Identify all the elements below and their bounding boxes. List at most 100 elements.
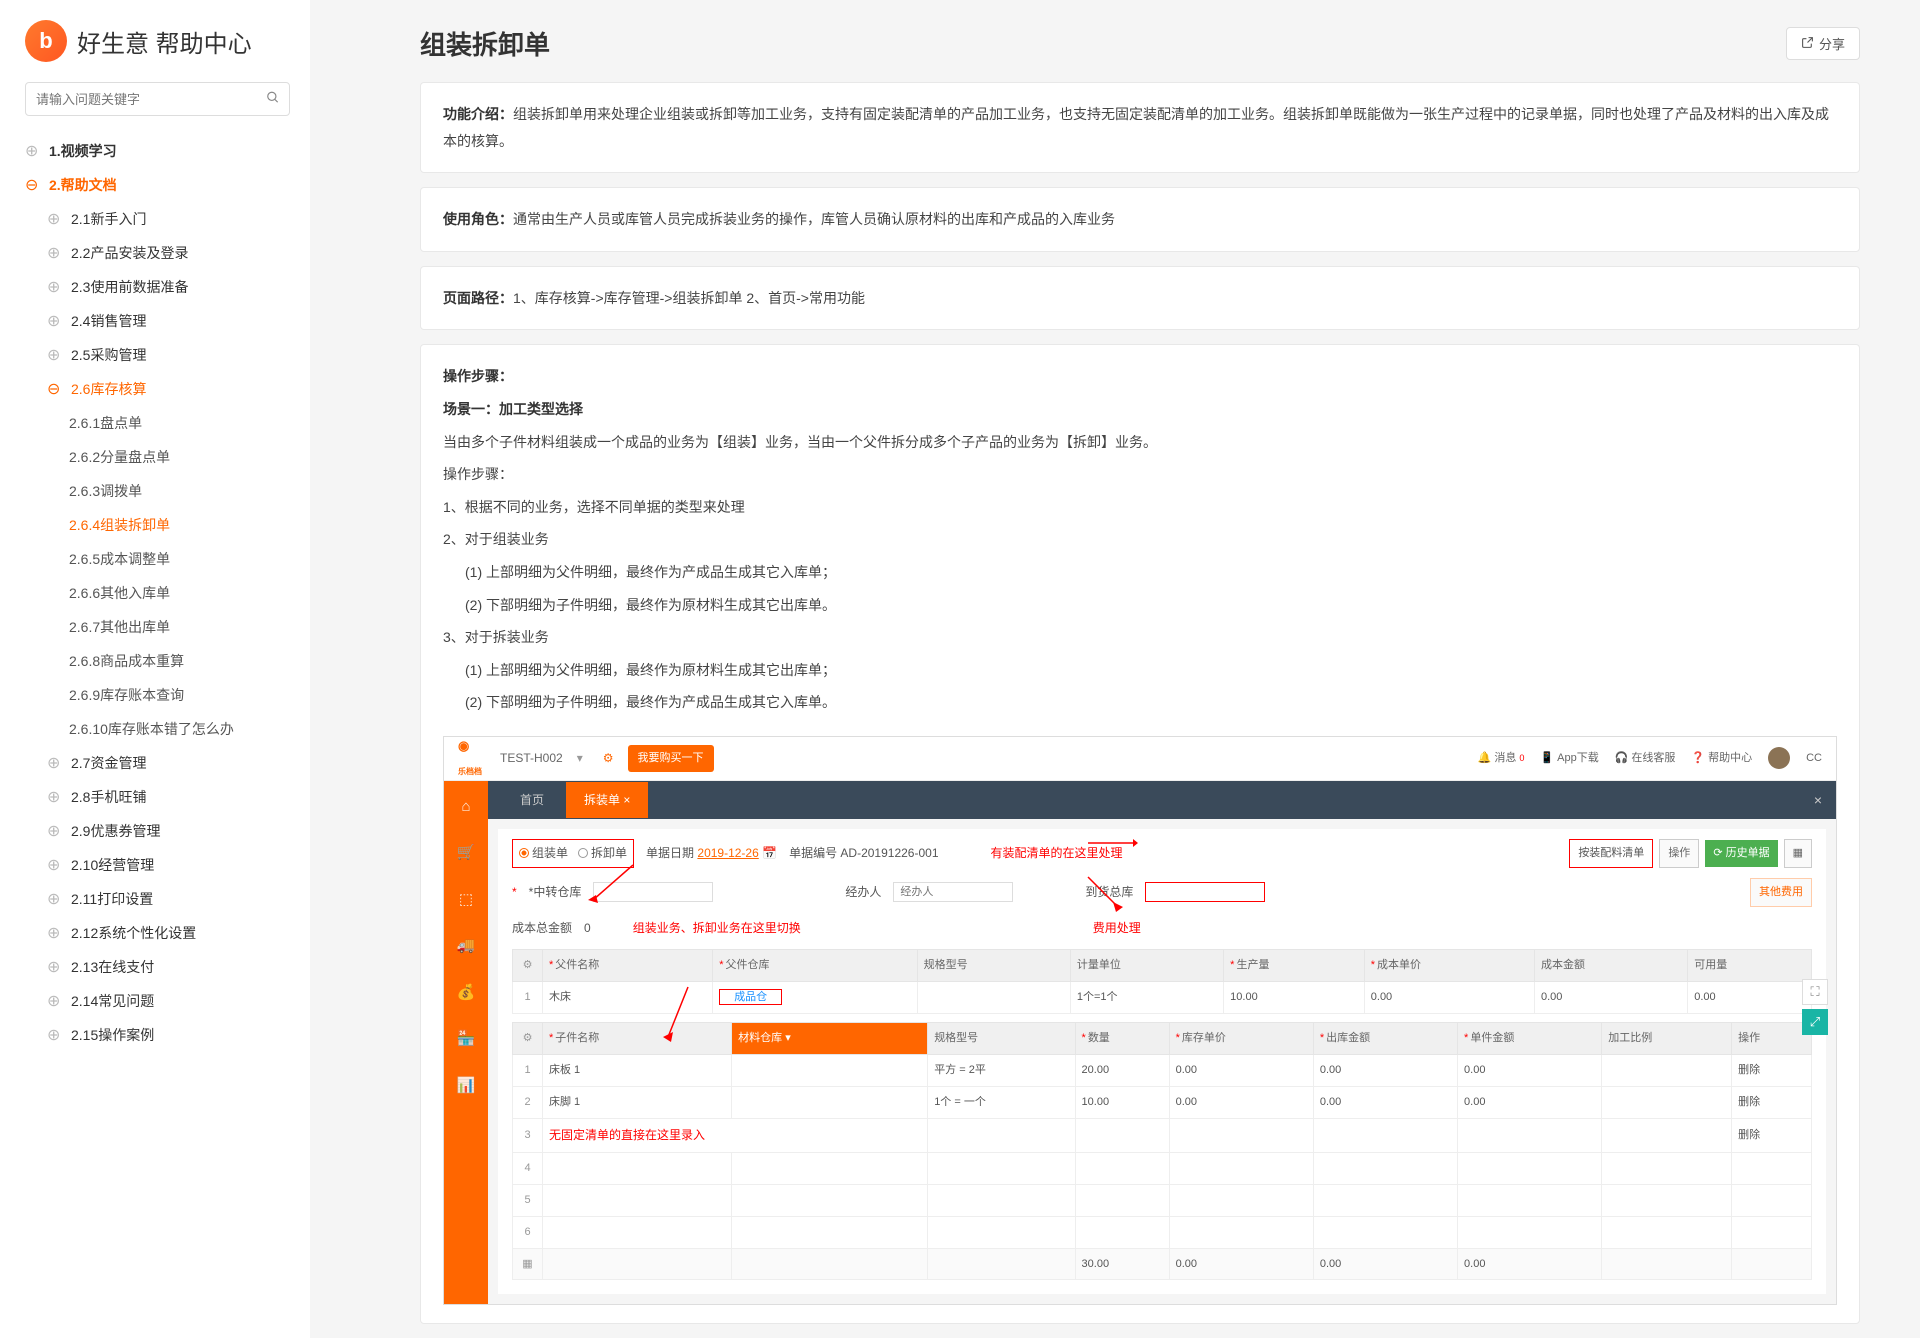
box-icon[interactable]: ⬚ (459, 886, 473, 915)
nav-video[interactable]: ⊕1.视频学习 (25, 134, 290, 168)
nav-tree: ⊕1.视频学习 ⊖2.帮助文档 ⊕2.1新手入门 ⊕2.2产品安装及登录 ⊕2.… (25, 134, 290, 1052)
radio-assemble[interactable]: 组装单 (519, 842, 568, 865)
nav-21[interactable]: ⊕2.1新手入门 (25, 202, 290, 236)
table-row[interactable]: 1床板 1平方 = 2平20.000.000.000.00删除 (513, 1055, 1812, 1087)
step3a: (1) 上部明细为父件明细，最终作为原材料生成其它出库单； (443, 657, 1837, 684)
nav-264[interactable]: 2.6.4组装拆卸单 (25, 508, 290, 542)
ss-cost-label: 成本总金额 (512, 917, 572, 940)
nav-2610[interactable]: 2.6.10库存账本错了怎么办 (25, 712, 290, 746)
table-row[interactable]: 5 (513, 1184, 1812, 1216)
ss-service-link[interactable]: 🎧 在线客服 (1615, 748, 1676, 769)
gear-icon[interactable]: ⚙ (603, 747, 614, 770)
ss-warehouse-label: *中转仓库 (529, 881, 582, 904)
close-all-icon[interactable]: × (1814, 787, 1822, 814)
share-button[interactable]: 分享 (1786, 27, 1860, 60)
step2b: (2) 下部明细为子件明细，最终作为原材料生成其它出库单。 (443, 592, 1837, 619)
nav-268[interactable]: 2.6.8商品成本重算 (25, 644, 290, 678)
step2: 2、对于组装业务 (443, 526, 1837, 553)
nav-27[interactable]: ⊕2.7资金管理 (25, 746, 290, 780)
nav-23[interactable]: ⊕2.3使用前数据准备 (25, 270, 290, 304)
table-row[interactable]: 4 (513, 1152, 1812, 1184)
plus-icon: ⊕ (47, 243, 63, 263)
intro-label: 功能介绍： (443, 106, 513, 122)
ss-topbar: ◉乐档档 TEST-H002 ▾ ⚙ 我要购买一下 🔔 消息0 📱 App下载 … (444, 737, 1836, 781)
ss-help-link[interactable]: ❓ 帮助中心 (1691, 748, 1752, 769)
wallet-icon[interactable]: 💰 (457, 979, 476, 1008)
ss-annotation-fee: 费用处理 (1093, 917, 1141, 940)
role-card: 使用角色：通常由生产人员或库管人员完成拆装业务的操作，库管人员确认原材料的出库和… (420, 187, 1860, 252)
report-icon[interactable]: 📊 (457, 1072, 476, 1101)
ss-history-button[interactable]: ⟳ 历史单据 (1705, 840, 1777, 867)
nav-210[interactable]: ⊕2.10经营管理 (25, 848, 290, 882)
ss-date-value[interactable]: 2019-12-26 (697, 846, 758, 860)
plus-icon: ⊕ (47, 923, 63, 943)
delete-link[interactable]: 删除 (1732, 1055, 1812, 1087)
ss-fee-button[interactable]: 其他费用 (1750, 878, 1812, 907)
ss-form-area: 组装单 拆卸单 单据日期 2019-12-26 📅 单据编号 AD-201912… (498, 829, 1826, 1294)
search-icon[interactable] (266, 91, 280, 108)
nav-215[interactable]: ⊕2.15操作案例 (25, 1018, 290, 1052)
table-row[interactable]: 2床脚 11个 = 一个10.000.000.000.00删除 (513, 1087, 1812, 1119)
nav-266[interactable]: 2.6.6其他入库单 (25, 576, 290, 610)
ss-try-button[interactable]: 我要购买一下 (628, 745, 714, 772)
nav-265[interactable]: 2.6.5成本调整单 (25, 542, 290, 576)
share-icon (1801, 36, 1814, 52)
nav-28[interactable]: ⊕2.8手机旺铺 (25, 780, 290, 814)
cart-icon[interactable]: 🛒 (457, 839, 476, 868)
step3: 3、对于拆装业务 (443, 624, 1837, 651)
nav-26[interactable]: ⊖2.6库存核算 (25, 372, 290, 406)
nav-29[interactable]: ⊕2.9优惠券管理 (25, 814, 290, 848)
nav-269[interactable]: 2.6.9库存账本查询 (25, 678, 290, 712)
plus-icon: ⊕ (25, 141, 41, 161)
nav-24[interactable]: ⊕2.4销售管理 (25, 304, 290, 338)
ss-person-input[interactable] (893, 882, 1013, 902)
ss-app-link[interactable]: 📱 App下载 (1540, 748, 1598, 769)
nav-25[interactable]: ⊕2.5采购管理 (25, 338, 290, 372)
radio-disassemble[interactable]: 拆卸单 (578, 842, 627, 865)
minus-icon: ⊖ (25, 175, 41, 195)
store-icon[interactable]: 🏪 (457, 1025, 476, 1054)
fullscreen-icon[interactable]: ⛶ (1802, 979, 1828, 1005)
plus-icon: ⊕ (47, 1025, 63, 1045)
ss-type-radio-group: 组装单 拆卸单 (512, 839, 634, 868)
table-row[interactable]: 3无固定清单的直接在这里录入删除 (513, 1118, 1812, 1152)
ss-towh-input[interactable] (1145, 882, 1265, 902)
ss-tab-home[interactable]: 首页 (502, 782, 562, 819)
search-box (25, 82, 290, 116)
ss-side-toolbar: ⛶ ⤢ (1802, 979, 1828, 1035)
delete-link[interactable]: 删除 (1732, 1087, 1812, 1119)
delete-link[interactable]: 删除 (1732, 1118, 1812, 1152)
nav-213[interactable]: ⊕2.13在线支付 (25, 950, 290, 984)
avatar-icon[interactable] (1768, 747, 1790, 769)
nav-261[interactable]: 2.6.1盘点单 (25, 406, 290, 440)
nav-22[interactable]: ⊕2.2产品安装及登录 (25, 236, 290, 270)
step1: 1、根据不同的业务，选择不同单据的类型来处理 (443, 494, 1837, 521)
table-row[interactable]: 6 (513, 1216, 1812, 1248)
page-title: 组装拆卸单 (420, 25, 550, 62)
sidebar: b 好生意 帮助中心 ⊕1.视频学习 ⊖2.帮助文档 ⊕2.1新手入门 ⊕2.2… (0, 0, 310, 1338)
ss-op-button[interactable]: 操作 (1659, 839, 1699, 868)
nav-212[interactable]: ⊕2.12系统个性化设置 (25, 916, 290, 950)
nav-267[interactable]: 2.6.7其他出库单 (25, 610, 290, 644)
nav-263[interactable]: 2.6.3调拨单 (25, 474, 290, 508)
plus-icon: ⊕ (47, 753, 63, 773)
steps-title: 操作步骤： (443, 368, 513, 384)
table-row[interactable]: 1 木床 成品仓 1个=1个 10.00 0.00 0.00 0.00 (513, 982, 1812, 1014)
nav-214[interactable]: ⊕2.14常见问题 (25, 984, 290, 1018)
ss-store-name: TEST-H002 (500, 747, 563, 770)
nav-docs[interactable]: ⊖2.帮助文档 (25, 168, 290, 202)
ss-tab-active[interactable]: 拆装单 × (566, 782, 648, 819)
ss-msg-link[interactable]: 🔔 消息0 (1478, 748, 1525, 769)
intro-card: 功能介绍：组装拆卸单用来处理企业组装或拆卸等加工业务，支持有固定装配清单的产品加… (420, 82, 1860, 173)
grid-icon[interactable]: ▦ (1784, 839, 1812, 868)
plus-icon: ⊕ (47, 277, 63, 297)
brand-logo-icon: b (25, 20, 67, 62)
truck-icon[interactable]: 🚚 (457, 932, 476, 961)
nav-211[interactable]: ⊕2.11打印设置 (25, 882, 290, 916)
search-input[interactable] (25, 82, 290, 116)
expand-icon[interactable]: ⤢ (1802, 1009, 1828, 1035)
home-icon[interactable]: ⌂ (461, 793, 470, 822)
chevron-down-icon[interactable]: ▾ (577, 747, 583, 770)
ss-bom-button[interactable]: 按装配料清单 (1569, 839, 1653, 868)
nav-262[interactable]: 2.6.2分量盘点单 (25, 440, 290, 474)
